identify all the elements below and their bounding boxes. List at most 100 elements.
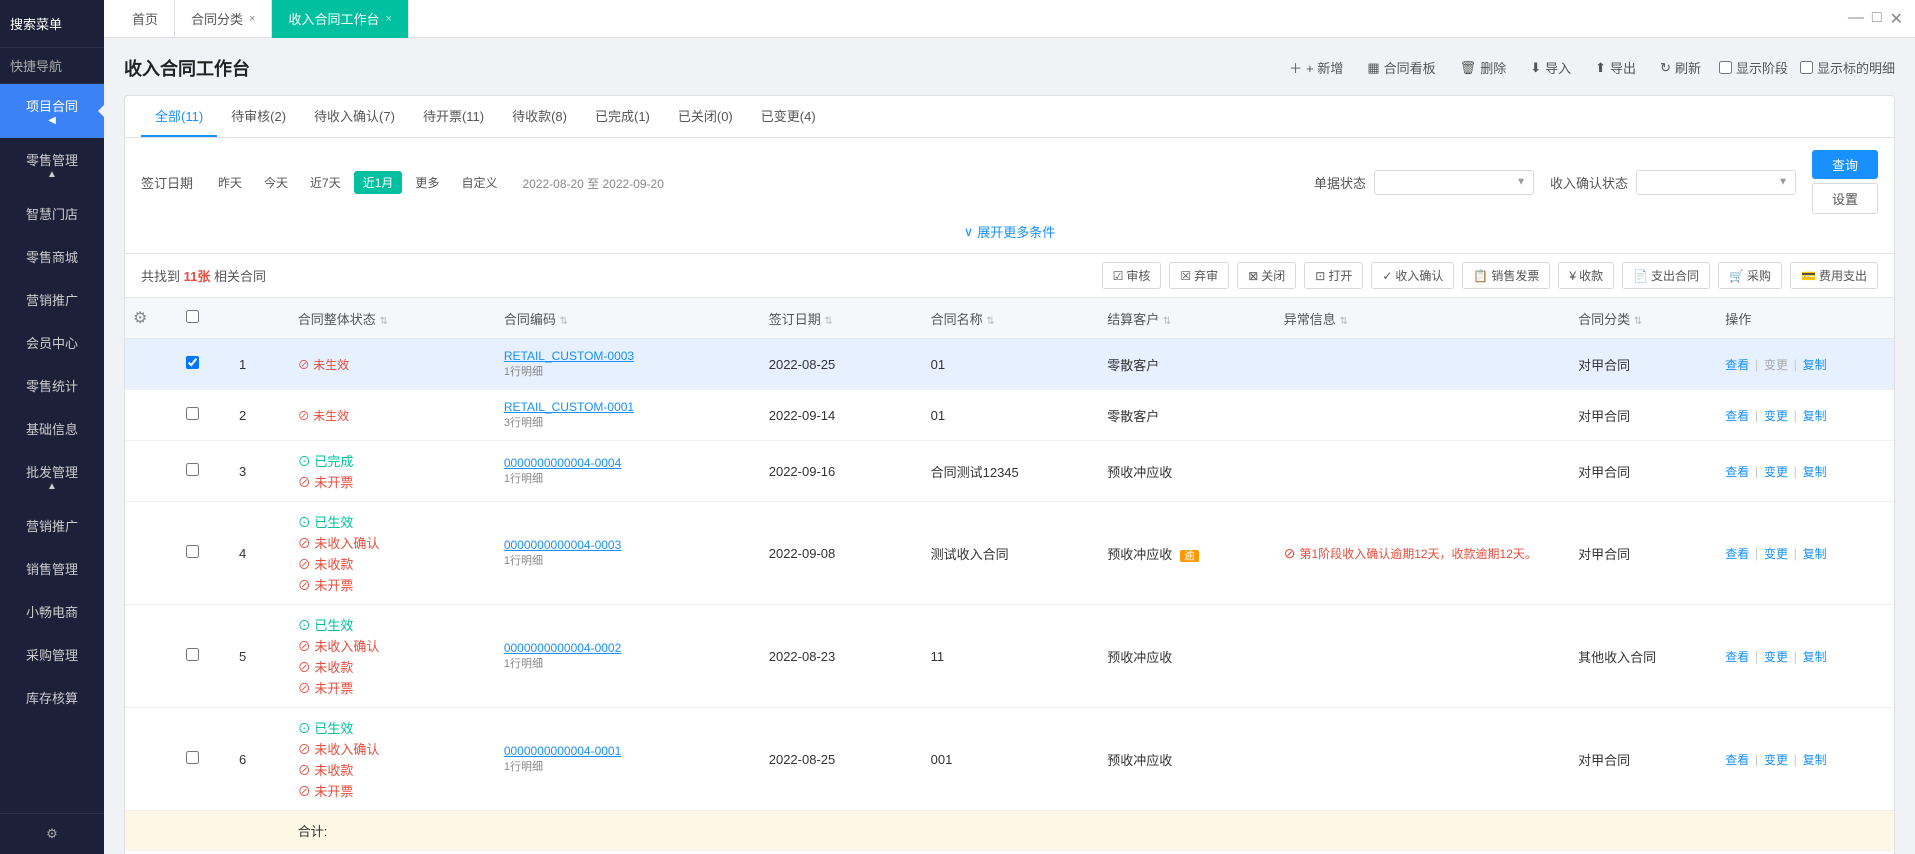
filter-tab-pending-payment[interactable]: 待收款(8) bbox=[498, 96, 581, 137]
pay-contract-btn[interactable]: 📄 支出合同 bbox=[1622, 262, 1710, 289]
row4-check[interactable] bbox=[178, 502, 231, 605]
row5-change-btn[interactable]: 变更 bbox=[1764, 650, 1788, 664]
row6-change-btn[interactable]: 变更 bbox=[1764, 753, 1788, 767]
select-all-checkbox[interactable] bbox=[186, 310, 199, 323]
row6-copy-btn[interactable]: 复制 bbox=[1803, 753, 1827, 767]
query-button[interactable]: 查询 bbox=[1812, 150, 1878, 179]
col-status-sort[interactable]: ⇅ bbox=[379, 316, 387, 327]
tab-income-workbench[interactable]: 收入合同工作台 × bbox=[272, 0, 408, 38]
row6-check[interactable] bbox=[178, 708, 231, 811]
sidebar-item-retail-mall[interactable]: 零售商城 bbox=[0, 235, 104, 278]
col-error-sort[interactable]: ⇅ bbox=[1339, 316, 1347, 327]
row1-code-link[interactable]: RETAIL_CUSTOM-0003 bbox=[504, 349, 753, 363]
new-button[interactable]: ＋ + 新增 bbox=[1283, 54, 1349, 81]
income-confirm-select[interactable] bbox=[1636, 170, 1796, 195]
sidebar-item-xiao-chang[interactable]: 小畅电商 bbox=[0, 590, 104, 633]
row3-copy-btn[interactable]: 复制 bbox=[1803, 465, 1827, 479]
row2-code-link[interactable]: RETAIL_CUSTOM-0001 bbox=[504, 400, 753, 414]
show-phase-checkbox[interactable] bbox=[1719, 61, 1732, 74]
table-settings-icon[interactable]: ⚙ bbox=[133, 310, 147, 327]
sidebar-item-member[interactable]: 会员中心 bbox=[0, 321, 104, 364]
doc-status-select[interactable] bbox=[1374, 170, 1534, 195]
window-maximize-icon[interactable]: □ bbox=[1872, 9, 1882, 29]
row3-check[interactable] bbox=[178, 441, 231, 502]
date-yesterday[interactable]: 昨天 bbox=[209, 171, 251, 194]
date-last7[interactable]: 近7天 bbox=[301, 171, 350, 194]
abandon-btn[interactable]: ☒ 弃审 bbox=[1169, 262, 1229, 289]
show-detail-checkbox[interactable] bbox=[1800, 61, 1813, 74]
col-code-sort[interactable]: ⇅ bbox=[559, 316, 567, 327]
sidebar-item-marketing2[interactable]: 营销推广 bbox=[0, 504, 104, 547]
row5-view-btn[interactable]: 查看 bbox=[1725, 650, 1749, 664]
filter-tab-closed[interactable]: 已关闭(0) bbox=[664, 96, 747, 137]
delete-button[interactable]: 🗑 删除 bbox=[1454, 54, 1513, 81]
refresh-button[interactable]: ↻ 刷新 bbox=[1654, 54, 1707, 81]
export-button[interactable]: ⬆ 导出 bbox=[1589, 54, 1642, 81]
col-date-sort[interactable]: ⇅ bbox=[824, 316, 832, 327]
import-button[interactable]: ⬇ 导入 bbox=[1524, 54, 1577, 81]
row1-view-btn[interactable]: 查看 bbox=[1725, 358, 1749, 372]
tab-income-workbench-close[interactable]: × bbox=[385, 13, 391, 25]
row6-view-btn[interactable]: 查看 bbox=[1725, 753, 1749, 767]
sidebar-search[interactable]: 搜索菜单 bbox=[0, 0, 104, 48]
row3-change-btn[interactable]: 变更 bbox=[1764, 465, 1788, 479]
sidebar-item-base-info[interactable]: 基础信息 bbox=[0, 407, 104, 450]
row4-copy-btn[interactable]: 复制 bbox=[1803, 547, 1827, 561]
tab-contract-type[interactable]: 合同分类 × bbox=[175, 0, 272, 38]
row5-check[interactable] bbox=[178, 605, 231, 708]
sidebar-item-retail-stats[interactable]: 零售统计 bbox=[0, 364, 104, 407]
row4-code-link[interactable]: 0000000000004-0003 bbox=[504, 538, 753, 552]
expand-more-btn[interactable]: ∨ 展开更多条件 bbox=[964, 222, 1056, 241]
filter-settings-button[interactable]: 设置 bbox=[1812, 183, 1878, 214]
sidebar-item-purchase[interactable]: 采购管理 bbox=[0, 633, 104, 676]
sidebar-item-retail[interactable]: 零售管理 ▲ bbox=[0, 138, 104, 192]
sidebar-item-project[interactable]: 项目合同 ◀ bbox=[0, 84, 104, 138]
show-phase-checkbox-label[interactable]: 显示阶段 bbox=[1719, 58, 1788, 77]
row1-change-btn[interactable]: 变更 bbox=[1764, 358, 1788, 372]
row4-change-btn[interactable]: 变更 bbox=[1764, 547, 1788, 561]
sidebar-settings[interactable]: ⚙ bbox=[0, 813, 104, 854]
sidebar-item-smart-store[interactable]: 智慧门店 bbox=[0, 192, 104, 235]
window-close-icon[interactable]: ✕ bbox=[1890, 9, 1903, 29]
row1-check[interactable] bbox=[178, 339, 231, 390]
filter-tab-all[interactable]: 全部(11) bbox=[141, 96, 217, 137]
contract-board-button[interactable]: ▦ 合同看板 bbox=[1361, 54, 1441, 81]
date-more[interactable]: 更多 bbox=[406, 171, 448, 194]
row5-code-link[interactable]: 0000000000004-0002 bbox=[504, 641, 753, 655]
row6-code-link[interactable]: 0000000000004-0001 bbox=[504, 744, 753, 758]
filter-tab-pending-confirm[interactable]: 待收入确认(7) bbox=[300, 96, 409, 137]
payment-btn[interactable]: ¥ 收款 bbox=[1558, 262, 1614, 289]
open-btn[interactable]: ⊡ 打开 bbox=[1304, 262, 1363, 289]
close-btn[interactable]: ⊠ 关闭 bbox=[1237, 262, 1296, 289]
col-customer-sort[interactable]: ⇅ bbox=[1163, 316, 1171, 327]
date-today[interactable]: 今天 bbox=[255, 171, 297, 194]
window-minimize-icon[interactable]: — bbox=[1848, 9, 1864, 29]
show-detail-checkbox-label[interactable]: 显示标的明细 bbox=[1800, 58, 1895, 77]
review-btn[interactable]: ☑ 审核 bbox=[1102, 262, 1162, 289]
row4-view-btn[interactable]: 查看 bbox=[1725, 547, 1749, 561]
row2-view-btn[interactable]: 查看 bbox=[1725, 409, 1749, 423]
sidebar-item-marketing[interactable]: 营销推广 bbox=[0, 278, 104, 321]
row2-change-btn[interactable]: 变更 bbox=[1764, 409, 1788, 423]
sidebar-item-sales[interactable]: 销售管理 bbox=[0, 547, 104, 590]
tab-contract-type-close[interactable]: × bbox=[249, 13, 255, 25]
expense-btn[interactable]: 💳 费用支出 bbox=[1790, 262, 1878, 289]
filter-tab-changed[interactable]: 已变更(4) bbox=[747, 96, 830, 137]
row2-check[interactable] bbox=[178, 390, 231, 441]
row3-view-btn[interactable]: 查看 bbox=[1725, 465, 1749, 479]
row1-copy-btn[interactable]: 复制 bbox=[1803, 358, 1827, 372]
filter-tab-completed[interactable]: 已完成(1) bbox=[581, 96, 664, 137]
date-last1month[interactable]: 近1月 bbox=[354, 171, 403, 194]
col-type-sort[interactable]: ⇅ bbox=[1634, 316, 1642, 327]
row3-code-link[interactable]: 0000000000004-0004 bbox=[504, 456, 753, 470]
sidebar-item-wholesale[interactable]: 批发管理 ▲ bbox=[0, 450, 104, 504]
tab-home[interactable]: 首页 bbox=[116, 0, 175, 38]
sidebar-item-inventory[interactable]: 库存核算 bbox=[0, 676, 104, 719]
date-custom[interactable]: 自定义 bbox=[452, 171, 506, 194]
filter-tab-pending-invoice[interactable]: 待开票(11) bbox=[409, 96, 498, 137]
row2-copy-btn[interactable]: 复制 bbox=[1803, 409, 1827, 423]
sidebar-quick-nav[interactable]: 快捷导航 bbox=[0, 48, 104, 84]
col-name-sort[interactable]: ⇅ bbox=[986, 316, 994, 327]
purchase-btn[interactable]: 🛒 采购 bbox=[1718, 262, 1782, 289]
filter-tab-pending-review[interactable]: 待审核(2) bbox=[217, 96, 300, 137]
